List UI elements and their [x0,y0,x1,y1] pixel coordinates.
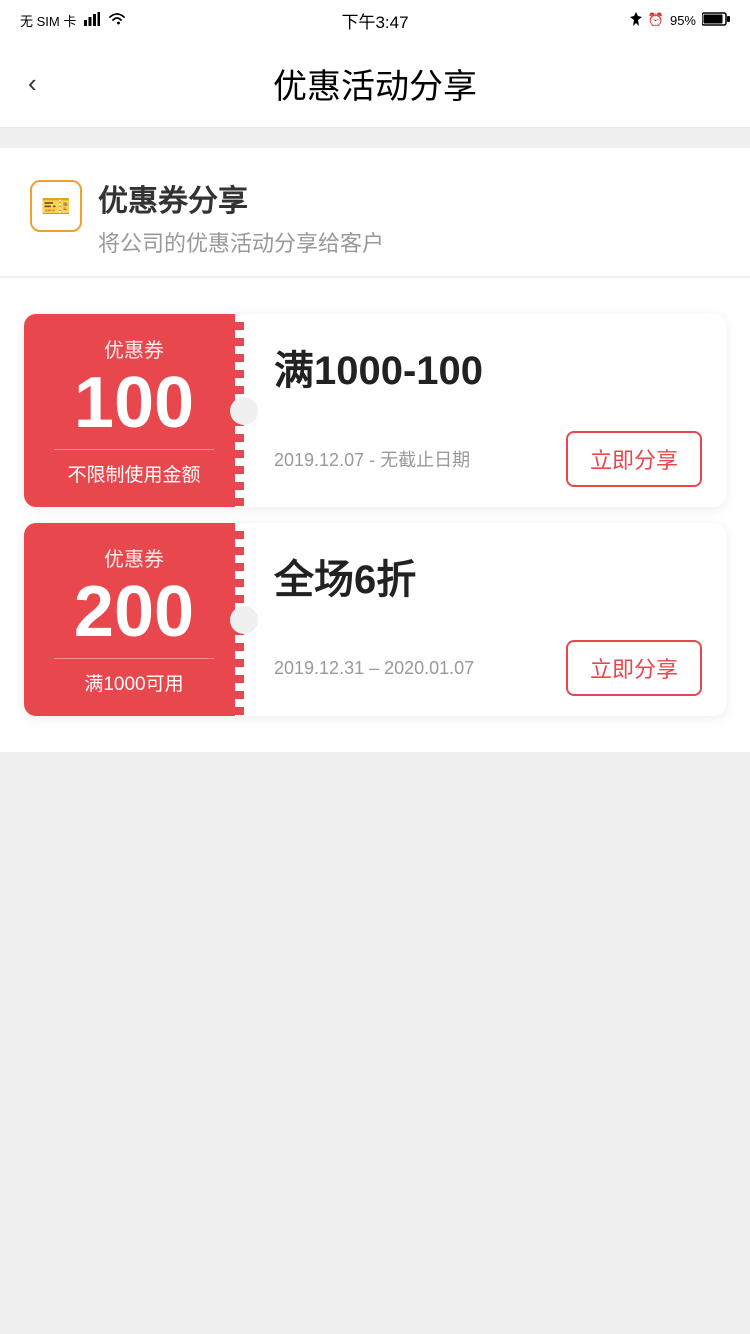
status-time: 下午3:47 [341,8,408,33]
coupon-right-2: 全场6折 2019.12.31 – 2020.01.07 立即分享 [244,523,726,716]
status-bar: 无 SIM 卡 下午3:47 ⏰ 95% [0,0,750,40]
coupon-name-1: 满1000-100 [274,338,702,396]
coupon-bottom-1: 2019.12.07 - 无截止日期 立即分享 [274,431,702,487]
coupon-condition-1: 不限制使用金额 [67,460,200,487]
share-button-1[interactable]: 立即分享 [566,431,702,487]
coupon-item: 优惠券 100 不限制使用金额 满1000-100 2019.12.07 - 无… [24,314,726,507]
coupon-item-2: 优惠券 200 满1000可用 全场6折 2019.12.31 – 2020.0… [24,523,726,716]
section-title: 优惠券分享 [98,176,384,220]
share-button-2[interactable]: 立即分享 [566,640,702,696]
coupon-amount-2: 200 [74,576,194,648]
coupon-divider-2 [54,658,214,659]
top-separator [0,128,750,148]
battery-icon [702,12,730,29]
coupon-label-2: 优惠券 [104,543,164,572]
nav-bar: ‹ 优惠活动分享 [0,40,750,128]
alarm-icon: ⏰ [648,12,664,28]
coupon-condition-2: 满1000可用 [84,669,183,696]
status-right: ⏰ 95% [630,12,730,29]
section-text: 优惠券分享 将公司的优惠活动分享给客户 [98,176,384,258]
section-subtitle: 将公司的优惠活动分享给客户 [98,226,384,258]
coupon-left-1: 优惠券 100 不限制使用金额 [24,314,244,507]
coupon-left-2: 优惠券 200 满1000可用 [24,523,244,716]
page-title: 优惠活动分享 [273,59,477,108]
wifi-icon [108,12,126,29]
battery-text: 95% [670,13,696,28]
coupon-label-1: 优惠券 [104,334,164,363]
coupon-amount-1: 100 [74,367,194,439]
section-icon: 🎫 [30,180,82,232]
coupon-bottom-2: 2019.12.31 – 2020.01.07 立即分享 [274,640,702,696]
status-left: 无 SIM 卡 [20,11,126,30]
coupon-right-1: 满1000-100 2019.12.07 - 无截止日期 立即分享 [244,314,726,507]
bottom-fill [0,752,750,1152]
carrier-text: 无 SIM 卡 [20,11,76,30]
coupon-name-2: 全场6折 [274,547,702,605]
section-header: 🎫 优惠券分享 将公司的优惠活动分享给客户 [0,148,750,276]
back-button[interactable]: ‹ [28,68,37,99]
coupon-date-2: 2019.12.31 – 2020.01.07 [274,658,554,679]
location-icon [630,12,642,29]
coupon-divider-1 [54,449,214,450]
coupon-date-1: 2019.12.07 - 无截止日期 [274,446,554,472]
coupon-list: 优惠券 100 不限制使用金额 满1000-100 2019.12.07 - 无… [0,278,750,752]
signal-icon [84,12,100,29]
